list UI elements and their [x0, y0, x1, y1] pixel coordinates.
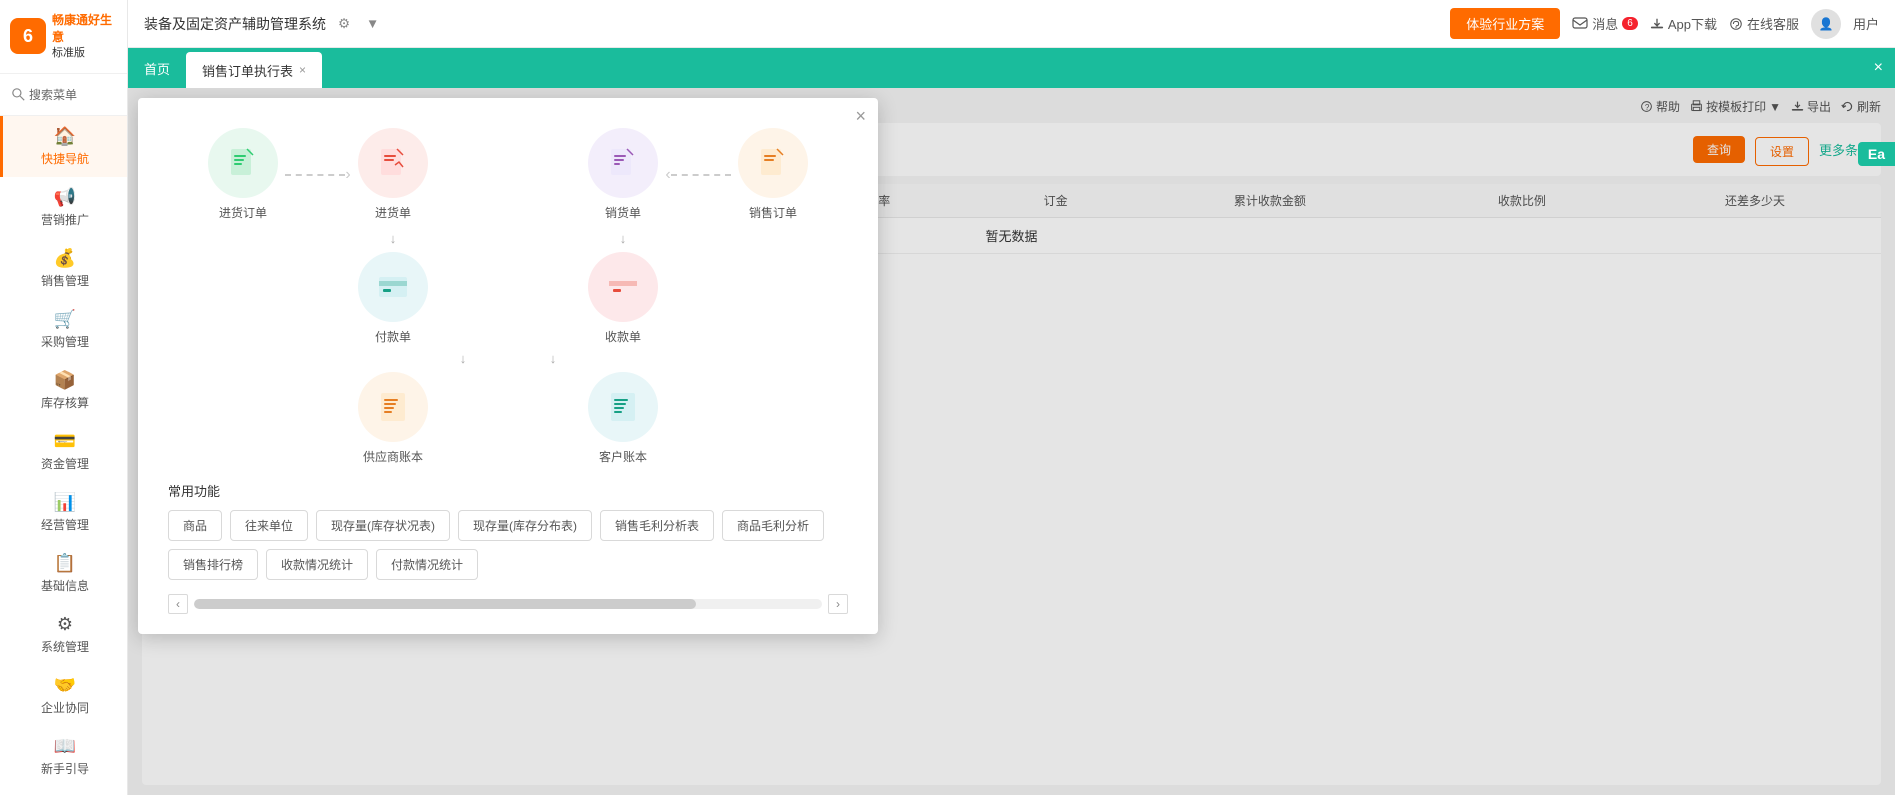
- main-area: 装备及固定资产辅助管理系统 ⚙ ▼ 体验行业方案 消息 6 App下载 在线客服: [128, 0, 1895, 795]
- system-title: 装备及固定资产辅助管理系统: [144, 14, 326, 34]
- sidebar-search[interactable]: 搜索菜单: [0, 74, 127, 116]
- top-bar-left: 装备及固定资产辅助管理系统 ⚙ ▼: [144, 12, 383, 36]
- sidebar-nav: 🏠 快捷导航 📢 营销推广 💰 销售管理 🛒 采购管理 📦 库存核算 💳: [0, 116, 127, 795]
- func-btn-sales-rank[interactable]: 销售排行榜: [168, 549, 258, 580]
- flow-arrows-row: ↓ ↓: [168, 231, 848, 246]
- func-btn-sales-gross[interactable]: 销售毛利分析表: [600, 510, 714, 541]
- finance-icon: 💳: [54, 431, 76, 452]
- flow-item-shoukuan[interactable]: 收款单: [588, 252, 658, 345]
- func-btn-goods-gross[interactable]: 商品毛利分析: [722, 510, 824, 541]
- jinhuo-icon: [358, 128, 428, 198]
- sidebar-item-purchase[interactable]: 🛒 采购管理: [0, 299, 127, 360]
- func-btn-goods[interactable]: 商品: [168, 510, 222, 541]
- flow-item-jinhuodindan[interactable]: 进货订单: [208, 128, 278, 221]
- quick-nav-modal: × 进货订单: [138, 98, 878, 634]
- top-bar: 装备及固定资产辅助管理系统 ⚙ ▼ 体验行业方案 消息 6 App下载 在线客服: [128, 0, 1895, 48]
- sidebar-item-inventory[interactable]: 📦 库存核算: [0, 360, 127, 421]
- sidebar-item-cooperation[interactable]: 🤝 企业协同: [0, 665, 127, 726]
- sidebar-item-marketing[interactable]: 📢 营销推广: [0, 177, 127, 238]
- func-btn-stock-status[interactable]: 现存量(库存状况表): [316, 510, 450, 541]
- xiaohuo-icon: [588, 128, 658, 198]
- tab-close-button[interactable]: ×: [299, 63, 306, 77]
- common-functions: 常用功能 商品 往来单位 现存量(库存状况表) 现存量(库存分布表) 销售毛利分…: [168, 471, 848, 580]
- logo-text: 畅康通好生意 标准版: [52, 12, 117, 61]
- flow-arrows-row-2: ↓ ↓: [168, 351, 848, 366]
- flow-item-fukuan[interactable]: 付款单: [358, 252, 428, 345]
- modal-close-button[interactable]: ×: [855, 106, 866, 127]
- flow-item-xiaohuodindan[interactable]: 销售订单: [738, 128, 808, 221]
- purchase-icon: 🛒: [54, 309, 76, 330]
- scroll-area: ‹ ›: [168, 594, 848, 614]
- home-icon: 🏠: [54, 126, 76, 147]
- flow-diagram: 进货订单 › 进货单: [168, 118, 848, 471]
- scroll-right-button[interactable]: ›: [828, 594, 848, 614]
- func-btn-payment-stat[interactable]: 付款情况统计: [376, 549, 478, 580]
- tab-sales-order[interactable]: 销售订单执行表 ×: [186, 52, 322, 88]
- experience-button[interactable]: 体验行业方案: [1450, 8, 1560, 39]
- logo-icon: 6: [10, 18, 46, 54]
- top-bar-actions: 体验行业方案 消息 6 App下载 在线客服 👤 用户: [1450, 8, 1879, 39]
- user-menu-button[interactable]: 用户: [1853, 14, 1879, 33]
- sidebar: 6 畅康通好生意 标准版 搜索菜单 🏠 快捷导航 📢 营销推广 💰: [0, 0, 128, 795]
- flow-item-xiaohuo[interactable]: 销货单: [588, 128, 658, 221]
- flow-item-gongyingshang[interactable]: 供应商账本: [358, 372, 428, 465]
- sidebar-item-management[interactable]: 📊 经营管理: [0, 482, 127, 543]
- system-settings-button[interactable]: ⚙: [334, 12, 354, 36]
- xiaohuodindan-icon: [738, 128, 808, 198]
- modal-overlay[interactable]: × 进货订单: [128, 88, 1895, 795]
- content-area: ? 帮助 按模板打印 ▼ 导出 刷新: [128, 88, 1895, 795]
- tab-home[interactable]: 首页: [128, 48, 186, 88]
- kehu-icon: [588, 372, 658, 442]
- flow-row-2: 付款单 收款单: [168, 246, 848, 351]
- ea-badge: Ea: [1858, 142, 1895, 166]
- gongyingshang-icon: [358, 372, 428, 442]
- function-buttons-row2: 销售排行榜 收款情况统计 付款情况统计: [168, 549, 848, 580]
- baseinfo-icon: 📋: [54, 553, 76, 574]
- message-button[interactable]: 消息 6: [1572, 14, 1638, 33]
- management-icon: 📊: [54, 492, 76, 513]
- sidebar-item-baseinfo[interactable]: 📋 基础信息: [0, 543, 127, 604]
- common-functions-title: 常用功能: [168, 481, 848, 500]
- scroll-left-button[interactable]: ‹: [168, 594, 188, 614]
- app-download-button[interactable]: App下载: [1650, 14, 1717, 33]
- func-btn-receipt-stat[interactable]: 收款情况统计: [266, 549, 368, 580]
- jinhuodindan-icon: [208, 128, 278, 198]
- sidebar-item-sales[interactable]: 💰 销售管理: [0, 238, 127, 299]
- guide-icon: 📖: [54, 736, 76, 757]
- search-menu-button[interactable]: 搜索菜单: [8, 82, 119, 107]
- flow-row-1: 进货订单 › 进货单: [168, 118, 848, 231]
- online-service-button[interactable]: 在线客服: [1729, 14, 1799, 33]
- func-btn-stock-dist[interactable]: 现存量(库存分布表): [458, 510, 592, 541]
- arrow-1: ›: [278, 166, 358, 184]
- sidebar-item-guide[interactable]: 📖 新手引导: [0, 726, 127, 787]
- logo-area: 6 畅康通好生意 标准版: [0, 0, 127, 74]
- settings-icon: ⚙: [57, 614, 73, 635]
- tab-bar: 首页 销售订单执行表 × ×: [128, 48, 1895, 88]
- sidebar-item-finance[interactable]: 💳 资金管理: [0, 421, 127, 482]
- marketing-icon: 📢: [54, 187, 76, 208]
- tab-bar-close-button[interactable]: ×: [1874, 59, 1883, 77]
- avatar: 👤: [1811, 9, 1841, 39]
- arrow-2: ‹: [658, 166, 738, 184]
- fukuan-icon: [358, 252, 428, 322]
- flow-item-jinhuo[interactable]: 进货单: [358, 128, 428, 221]
- sidebar-item-quicknav[interactable]: 🏠 快捷导航: [0, 116, 127, 177]
- shoukuan-icon: [588, 252, 658, 322]
- flow-item-kehu[interactable]: 客户账本: [588, 372, 658, 465]
- sales-icon: 💰: [54, 248, 76, 269]
- cooperation-icon: 🤝: [54, 675, 76, 696]
- function-buttons: 商品 往来单位 现存量(库存状况表) 现存量(库存分布表) 销售毛利分析表 商品…: [168, 510, 848, 541]
- flow-row-3: 供应商账本 客户账本: [168, 366, 848, 471]
- system-dropdown-button[interactable]: ▼: [362, 12, 383, 35]
- sidebar-item-system[interactable]: ⚙ 系统管理: [0, 604, 127, 665]
- inventory-icon: 📦: [54, 370, 76, 391]
- func-btn-partner[interactable]: 往来单位: [230, 510, 308, 541]
